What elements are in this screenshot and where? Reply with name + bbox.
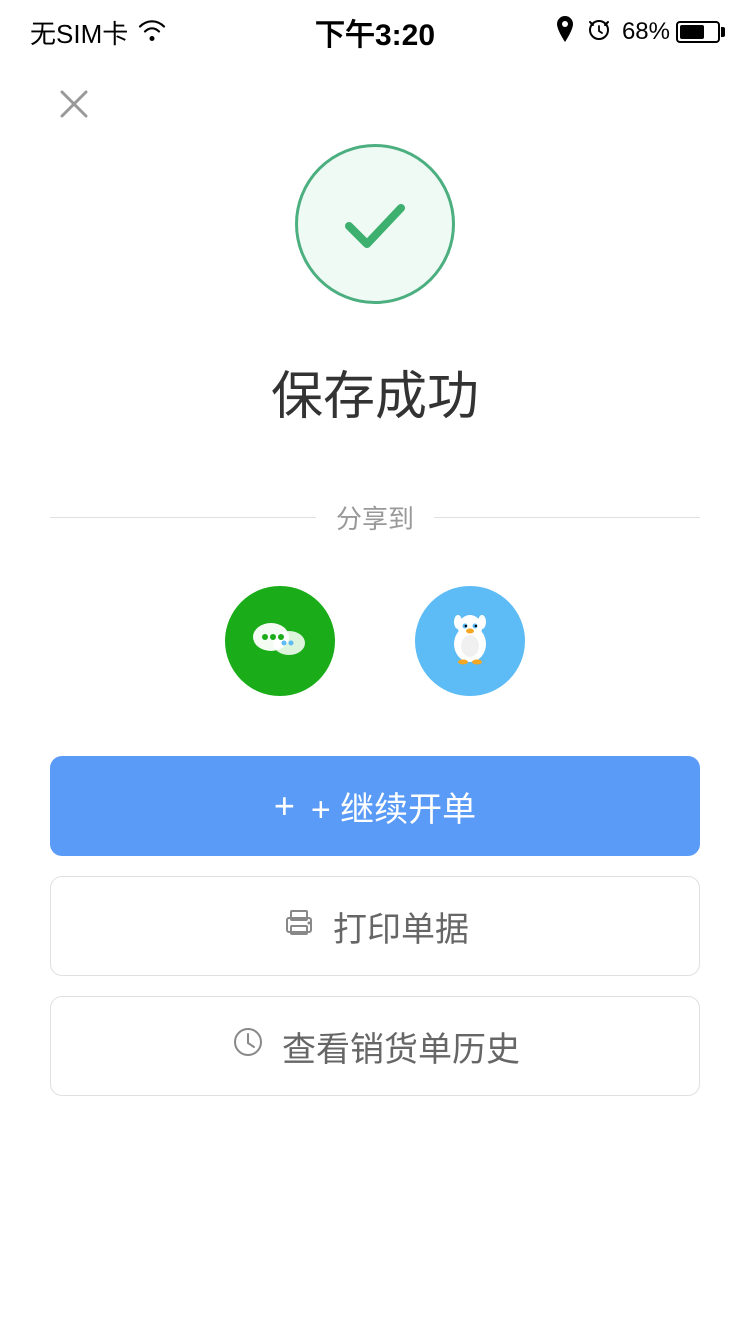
time-display: 下午3:20 (315, 10, 435, 54)
history-button[interactable]: 查看销货单历史 (50, 996, 700, 1096)
main-content: 保存成功 分享到 (0, 64, 750, 1096)
success-title: 保存成功 (271, 354, 479, 429)
battery-indicator: 68% (622, 18, 720, 46)
close-button[interactable] (50, 80, 98, 128)
print-button[interactable]: 打印单据 (50, 876, 700, 976)
plus-icon: + (274, 788, 295, 824)
qq-share-button[interactable] (415, 586, 525, 696)
share-divider: 分享到 (50, 499, 700, 536)
carrier-text: 无SIM卡 (30, 14, 128, 51)
location-icon (554, 15, 576, 50)
success-circle (295, 144, 455, 304)
continue-button[interactable]: + + 继续开单 (50, 756, 700, 856)
battery-text: 68% (622, 18, 670, 46)
status-left: 无SIM卡 (30, 14, 166, 51)
continue-button-label: + 继续开单 (311, 782, 476, 831)
status-right: 68% (554, 15, 720, 50)
alarm-icon (586, 16, 612, 49)
share-section: 分享到 (0, 499, 750, 696)
history-button-label: 查看销货单历史 (282, 1022, 520, 1071)
status-bar: 无SIM卡 下午3:20 68 (0, 0, 750, 64)
battery-icon (676, 21, 720, 43)
clock-icon (230, 1024, 266, 1069)
print-button-label: 打印单据 (333, 902, 469, 951)
wechat-share-button[interactable] (225, 586, 335, 696)
share-icons (50, 586, 700, 696)
printer-icon (281, 904, 317, 949)
wifi-icon (138, 17, 166, 48)
share-label: 分享到 (336, 499, 414, 536)
action-buttons: + + 继续开单 打印单据 查看销货单历 (0, 756, 750, 1096)
